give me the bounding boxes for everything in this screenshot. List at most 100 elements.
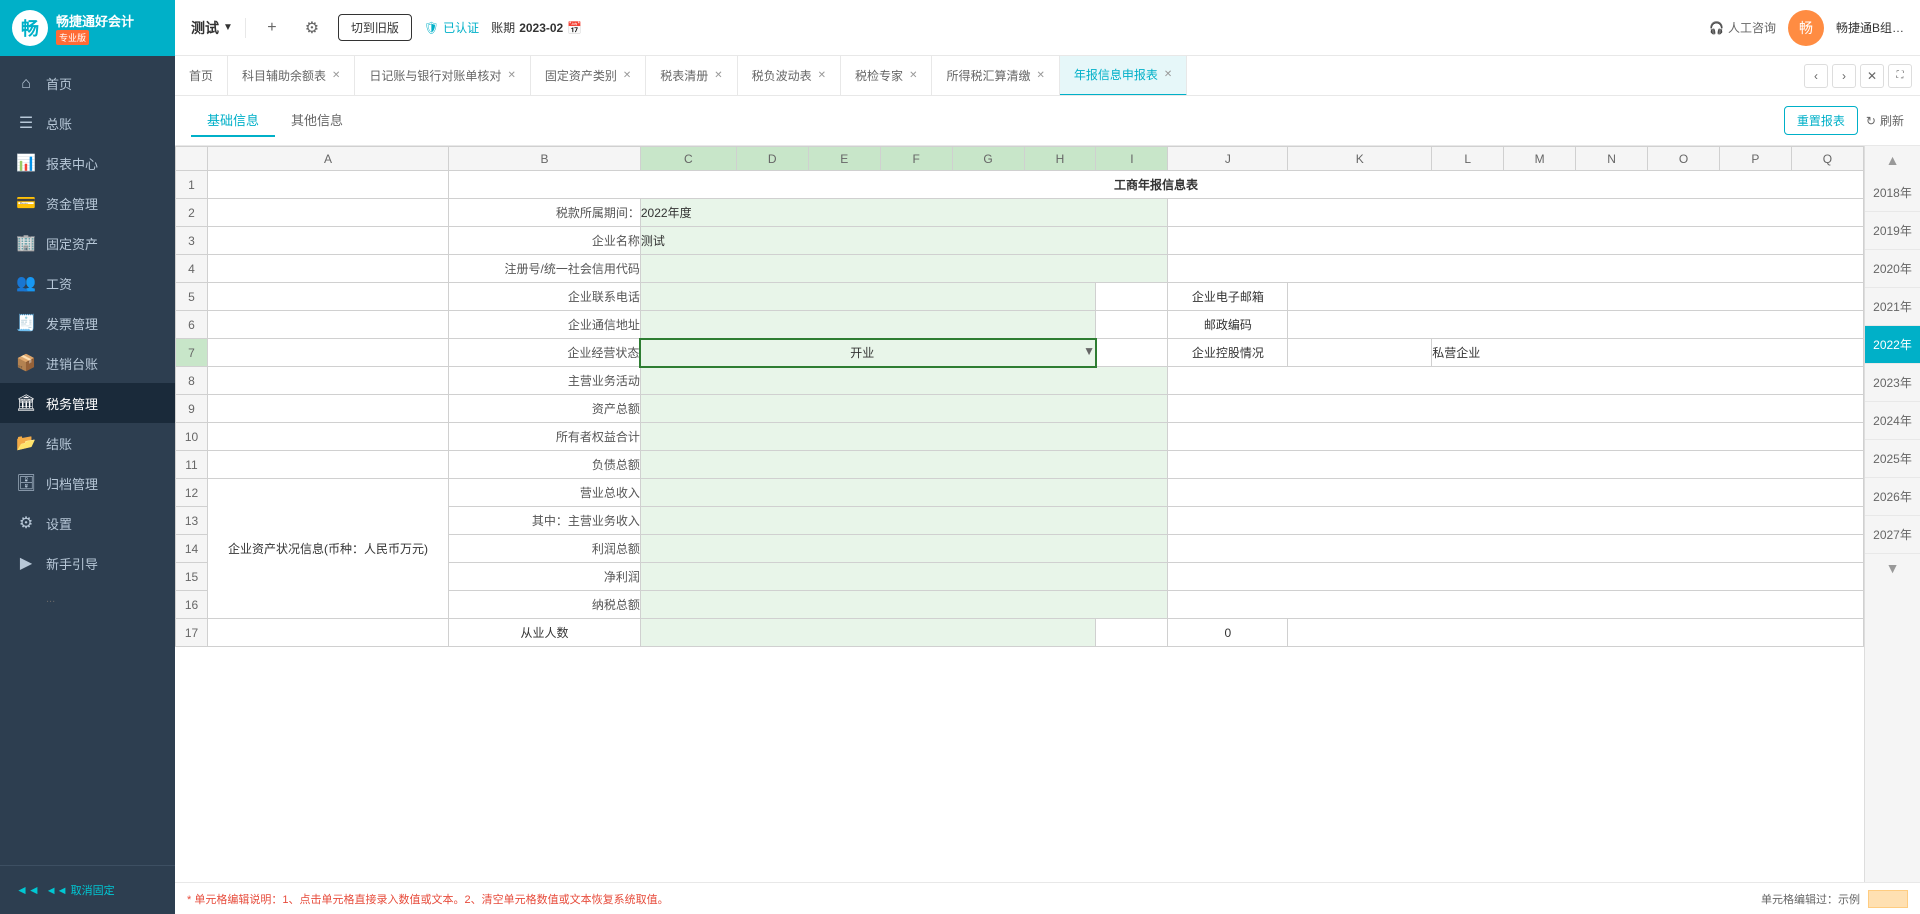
pin-button[interactable]: ◄◄ ◄◄ 取消固定 [0, 874, 175, 906]
tab-prev-button[interactable]: ‹ [1804, 64, 1828, 88]
sidebar-item-home[interactable]: ⌂ 首页 [0, 64, 175, 103]
col-header-i[interactable]: I [1096, 147, 1168, 171]
tab-home[interactable]: 首页 [175, 56, 228, 96]
year-item-2025[interactable]: 2025年 [1865, 440, 1920, 478]
cell-10-c[interactable] [640, 423, 1168, 451]
cell-11-b[interactable]: 负债总额 [449, 451, 641, 479]
cell-12-b[interactable]: 营业总收入 [449, 479, 641, 507]
cell-16-c[interactable] [640, 591, 1168, 619]
col-header-m[interactable]: M [1504, 147, 1576, 171]
col-header-j[interactable]: J [1168, 147, 1288, 171]
sidebar-item-fund[interactable]: 💳 资金管理 [0, 183, 175, 223]
sidebar-item-report[interactable]: 📊 报表中心 [0, 143, 175, 183]
tab-close-icon[interactable]: ✕ [507, 70, 515, 81]
cell-3-j[interactable] [1168, 227, 1864, 255]
cell-3-c[interactable]: 测试 [640, 227, 1168, 255]
year-item-2026[interactable]: 2026年 [1865, 478, 1920, 516]
tab-close-icon[interactable]: ✕ [818, 70, 826, 81]
cell-12-j[interactable] [1168, 479, 1864, 507]
cell-6-k[interactable] [1288, 311, 1864, 339]
cell-9-b[interactable]: 资产总额 [449, 395, 641, 423]
cell-3-a[interactable] [208, 227, 449, 255]
cell-9-a[interactable] [208, 395, 449, 423]
cell-11-j[interactable] [1168, 451, 1864, 479]
cell-6-b[interactable]: 企业通信地址 [449, 311, 641, 339]
cell-17-j[interactable]: 0 [1168, 619, 1288, 647]
col-header-b[interactable]: B [449, 147, 641, 171]
cell-12-c[interactable] [640, 479, 1168, 507]
tab-other-info[interactable]: 其他信息 [275, 104, 359, 137]
cell-17-c[interactable] [640, 619, 1096, 647]
cell-14-j[interactable] [1168, 535, 1864, 563]
cell-8-a[interactable] [208, 367, 449, 395]
year-item-2027[interactable]: 2027年 [1865, 516, 1920, 554]
refresh-button[interactable]: ↻ 刷新 [1866, 112, 1904, 129]
tab-close-icon[interactable]: ✕ [623, 70, 631, 81]
cell-2-j[interactable] [1168, 199, 1864, 227]
service-button[interactable]: 🎧 人工咨询 [1709, 19, 1776, 36]
year-item-2024[interactable]: 2024年 [1865, 402, 1920, 440]
year-item-2019[interactable]: 2019年 [1865, 212, 1920, 250]
cell-10-a[interactable] [208, 423, 449, 451]
cell-9-c[interactable] [640, 395, 1168, 423]
cell-2-b[interactable]: 税款所属期间： [449, 199, 641, 227]
settings-button[interactable]: ⚙ [298, 14, 326, 42]
cell-17-b[interactable]: 从业人数 [449, 619, 641, 647]
year-item-2023[interactable]: 2023年 [1865, 364, 1920, 402]
year-item-2018[interactable]: 2018年 [1865, 174, 1920, 212]
cell-16-j[interactable] [1168, 591, 1864, 619]
cell-13-b[interactable]: 其中：主营业务收入 [449, 507, 641, 535]
company-selector[interactable]: 测试 ▼ [191, 18, 233, 38]
cell-5-c[interactable] [640, 283, 1096, 311]
sidebar-logo[interactable]: 畅 畅捷通好会计 专业版 [0, 0, 175, 56]
cell-4-j[interactable] [1168, 255, 1864, 283]
tab-aux[interactable]: 科目辅助余额表 ✕ [228, 56, 355, 96]
cell-4-a[interactable] [208, 255, 449, 283]
cell-8-b[interactable]: 主营业务活动 [449, 367, 641, 395]
cell-6-a[interactable] [208, 311, 449, 339]
cell-13-j[interactable] [1168, 507, 1864, 535]
cell-15-b[interactable]: 净利润 [449, 563, 641, 591]
tab-tax-clear[interactable]: 税表清册 ✕ [646, 56, 737, 96]
spreadsheet-container[interactable]: A B C D E F G H I J K L [175, 146, 1864, 882]
cell-17-k[interactable] [1288, 619, 1864, 647]
year-item-2021[interactable]: 2021年 [1865, 288, 1920, 326]
tab-close-icon[interactable]: ✕ [714, 70, 722, 81]
year-item-2022[interactable]: 2022年 [1865, 326, 1920, 364]
cell-2-a[interactable] [208, 199, 449, 227]
avatar[interactable]: 畅 [1788, 10, 1824, 46]
cell-5-i[interactable] [1096, 283, 1168, 311]
cell-7-a[interactable] [208, 339, 449, 367]
cell-6-j[interactable]: 邮政编码 [1168, 311, 1288, 339]
tab-close-icon[interactable]: ✕ [1036, 70, 1044, 81]
cell-7-k[interactable] [1288, 339, 1432, 367]
cell-12-a[interactable]: 企业资产状况信息(币种：人民币万元) [208, 479, 449, 619]
col-header-h[interactable]: H [1024, 147, 1096, 171]
sidebar-item-settings[interactable]: ⚙ 设置 [0, 503, 175, 543]
cell-7-i[interactable] [1096, 339, 1168, 367]
col-header-l[interactable]: L [1432, 147, 1504, 171]
cell-8-c[interactable] [640, 367, 1168, 395]
col-header-q[interactable]: Q [1791, 147, 1863, 171]
cell-7-l[interactable]: 私营企业 [1432, 339, 1864, 367]
tab-close-icon[interactable]: ✕ [909, 70, 917, 81]
year-scroll-down[interactable]: ▼ [1880, 554, 1906, 582]
tab-close-icon[interactable]: ✕ [332, 70, 340, 81]
sidebar-item-tax[interactable]: 🏛 税务管理 [0, 383, 175, 423]
col-header-f[interactable]: F [880, 147, 952, 171]
cell-7-j[interactable]: 企业控股情况 [1168, 339, 1288, 367]
cell-15-c[interactable] [640, 563, 1168, 591]
col-header-k[interactable]: K [1288, 147, 1432, 171]
sidebar-item-ledger[interactable]: ☰ 总账 [0, 103, 175, 143]
cell-10-j[interactable] [1168, 423, 1864, 451]
col-header-e[interactable]: E [808, 147, 880, 171]
col-header-a[interactable]: A [208, 147, 449, 171]
add-button[interactable]: + [258, 14, 286, 42]
col-header-o[interactable]: O [1648, 147, 1720, 171]
col-header-n[interactable]: N [1576, 147, 1648, 171]
tab-annual-report[interactable]: 年报信息申报表 ✕ [1060, 56, 1187, 96]
sidebar-item-salary[interactable]: 👥 工资 [0, 263, 175, 303]
col-header-g[interactable]: G [952, 147, 1024, 171]
tab-income-tax[interactable]: 所得税汇算清缴 ✕ [932, 56, 1059, 96]
tab-close-all-button[interactable]: ✕ [1860, 64, 1884, 88]
